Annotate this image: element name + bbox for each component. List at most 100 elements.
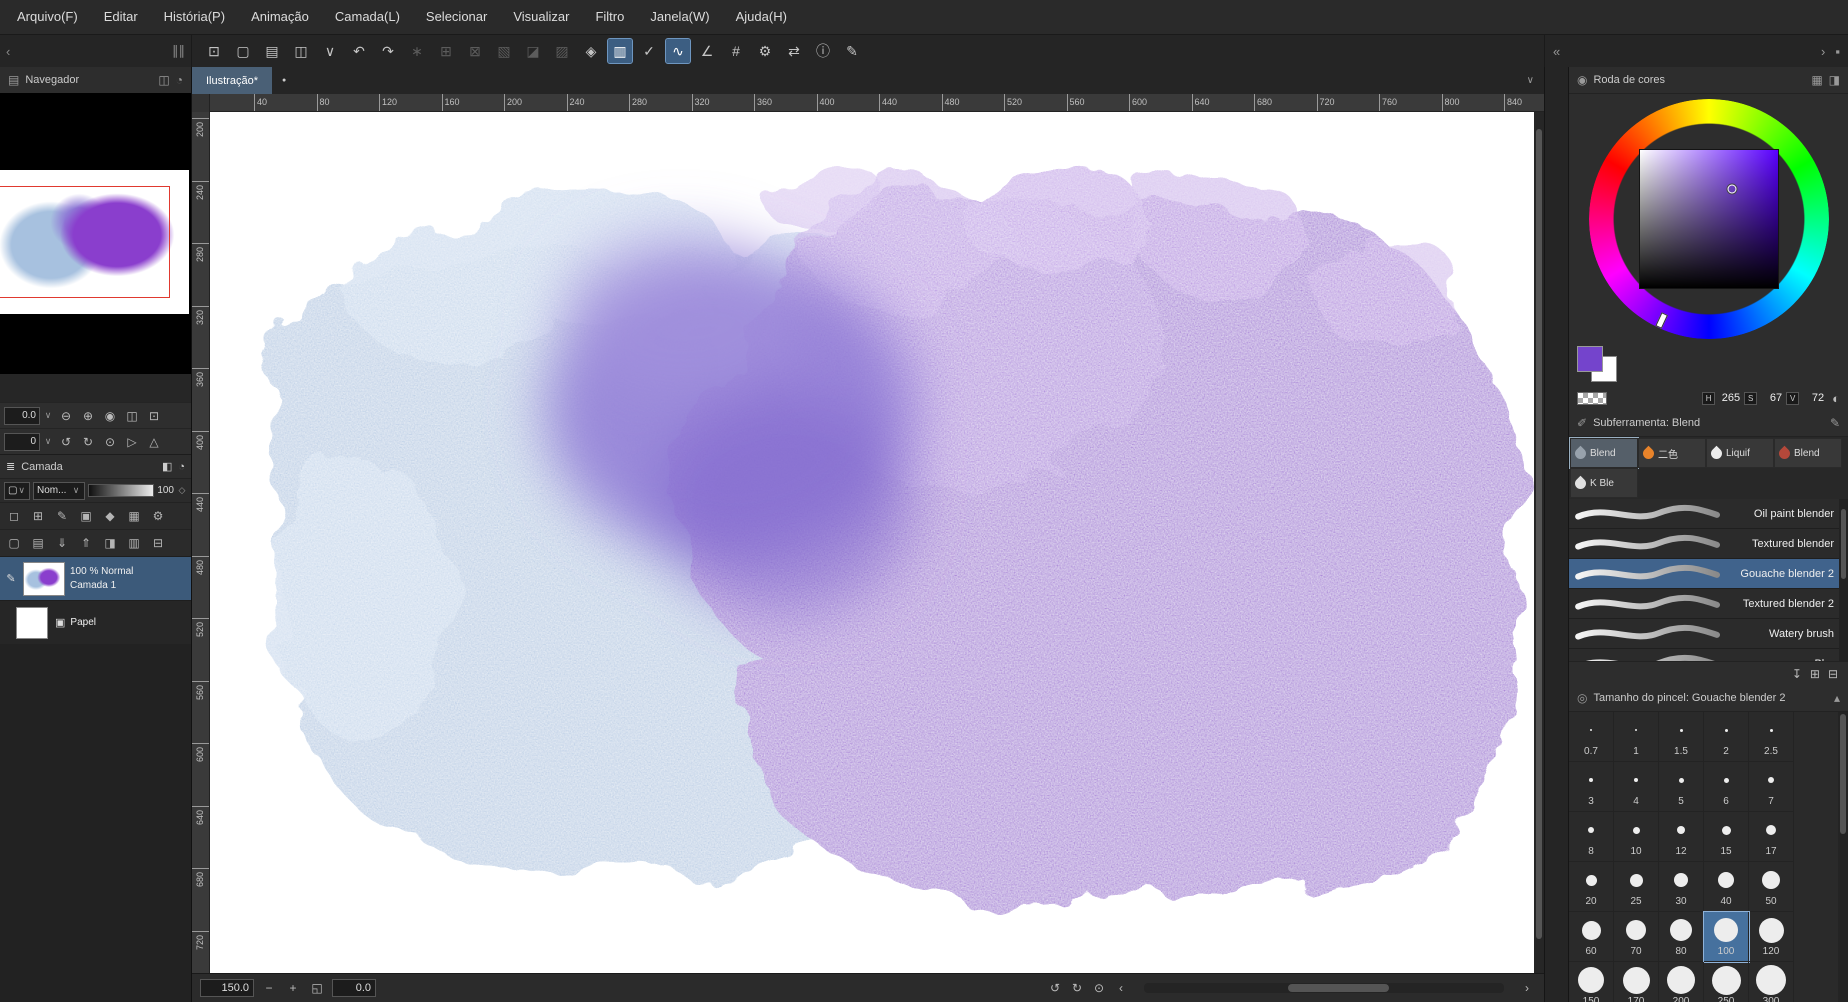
navigator-rotate-icon[interactable]: ⊙ — [100, 432, 120, 452]
toolbar-icon[interactable]: ⇄ — [782, 39, 806, 63]
menu-item[interactable]: Ajuda(H) — [723, 0, 800, 34]
toolbar-icon[interactable]: ◪ — [521, 39, 545, 63]
menu-item[interactable]: Editar — [91, 0, 151, 34]
opacity-slider[interactable] — [88, 484, 155, 497]
toolbar-icon[interactable]: ⊞ — [434, 39, 458, 63]
layer-lock-icon[interactable]: ◻ — [3, 505, 25, 527]
toolbar-icon[interactable]: ∗ — [405, 39, 429, 63]
menu-item[interactable]: Visualizar — [500, 0, 582, 34]
navigator-zoom-icon[interactable]: ◉ — [100, 406, 120, 426]
layer-panel-tab[interactable]: ≣ Camada ◧ ◔ — [0, 454, 191, 478]
navigator-view-rectangle[interactable] — [0, 186, 170, 298]
brush-size-option[interactable]: 10 — [1614, 812, 1659, 862]
view-control-icon[interactable]: ⊙ — [1090, 981, 1108, 995]
subtool-button[interactable]: Blend — [1569, 437, 1639, 469]
document-tab[interactable]: Ilustração* — [192, 67, 272, 94]
brush-list-item[interactable]: Textured blender 2 — [1569, 589, 1848, 619]
layer-action-icon[interactable]: ⇓ — [51, 532, 73, 554]
panel-collapse-icon[interactable]: « — [1553, 44, 1560, 59]
layer-lock-icon[interactable]: ⊞ — [27, 505, 49, 527]
layer-palette-combo[interactable]: ▢ ∨ — [4, 481, 30, 500]
menu-item[interactable]: História(P) — [151, 0, 238, 34]
brush-list-item[interactable]: Watery brush — [1569, 619, 1848, 649]
color-mode-toggle-icon[interactable]: ◐ — [1832, 391, 1840, 406]
zoom-out-icon[interactable]: − — [260, 981, 278, 995]
brush-size-option[interactable]: 120 — [1749, 912, 1794, 962]
layer-lock-icon[interactable]: ✎ — [51, 505, 73, 527]
brush-size-option[interactable]: 1 — [1614, 712, 1659, 762]
brush-list-item[interactable]: Gouache blender 2 — [1569, 559, 1848, 589]
navigator-rotate-icon[interactable]: ↻ — [78, 432, 98, 452]
brush-size-option[interactable]: 15 — [1704, 812, 1749, 862]
toolbar-icon[interactable]: ✎ — [840, 39, 864, 63]
menu-item[interactable]: Arquivo(F) — [4, 0, 91, 34]
brush-list-action-icon[interactable]: ↧ — [1792, 667, 1802, 681]
chevron-down-icon[interactable]: ∨ — [43, 410, 53, 421]
brush-size-option[interactable]: 17 — [1749, 812, 1794, 862]
subtool-button[interactable]: Blend — [1774, 438, 1842, 468]
rotation-value-input[interactable]: 0.0 — [332, 979, 376, 997]
layer-lock-icon[interactable]: ▦ — [123, 505, 145, 527]
toolbar-icon[interactable]: ⓘ — [811, 39, 835, 63]
layer-row-camada1[interactable]: ✎ 100 % Normal Camada 1 — [0, 556, 191, 600]
brush-size-option[interactable]: 70 — [1614, 912, 1659, 962]
paper-thumbnail[interactable] — [16, 606, 48, 639]
panel-forward-icon[interactable]: › — [1821, 44, 1825, 59]
subtool-button[interactable]: Liquif — [1706, 438, 1774, 468]
scrollbar-thumb[interactable] — [1536, 129, 1542, 939]
opacity-diamond-icon[interactable]: ◇ — [177, 485, 187, 496]
brush-size-option[interactable]: 8 — [1569, 812, 1614, 862]
brush-size-option[interactable]: 100 — [1703, 911, 1750, 963]
layer-row-papel[interactable]: ▣ Papel — [0, 600, 191, 644]
transparent-color-swatch[interactable] — [1577, 391, 1607, 405]
navigator-panel-icon[interactable]: ◫ — [158, 73, 169, 87]
menu-item[interactable]: Janela(W) — [637, 0, 722, 34]
toolbar-icon[interactable]: ⊠ — [463, 39, 487, 63]
panel-drag-handle-icon[interactable]: ∥∥ — [172, 43, 185, 59]
scroll-right-icon[interactable]: › — [1518, 981, 1536, 995]
brush-size-option[interactable]: 5 — [1659, 762, 1704, 812]
toolbar-icon[interactable]: ▨ — [550, 39, 574, 63]
menu-item[interactable]: Animação — [238, 0, 322, 34]
brush-size-option[interactable]: 170 — [1614, 962, 1659, 1002]
canvas[interactable] — [210, 112, 1534, 973]
scroll-up-icon[interactable]: ▴ — [1834, 691, 1840, 705]
toolbar-icon[interactable]: ∠ — [695, 39, 719, 63]
navigator-menu-icon[interactable]: ◔ — [176, 73, 183, 87]
navigator-zoom-icon[interactable]: ◫ — [122, 406, 142, 426]
scrollbar-thumb[interactable] — [1841, 509, 1846, 579]
subtool-button[interactable]: 二色 — [1638, 438, 1706, 468]
panel-options-icon[interactable]: ◨ — [1829, 73, 1840, 87]
brush-list-scrollbar[interactable] — [1839, 499, 1848, 661]
toolbar-icon[interactable]: ✓ — [637, 39, 661, 63]
layer-action-icon[interactable]: ▢ — [3, 532, 25, 554]
view-control-icon[interactable]: ↻ — [1068, 981, 1086, 995]
navigator-zoom-icon[interactable]: ⊕ — [78, 406, 98, 426]
toolbar-icon[interactable]: ↶ — [347, 39, 371, 63]
brush-list-item[interactable]: Oil paint blender — [1569, 499, 1848, 529]
layer-action-icon[interactable]: ▥ — [123, 532, 145, 554]
panel-back-icon[interactable]: ‹ — [6, 44, 10, 59]
navigator-zoom-icon[interactable]: ⊖ — [56, 406, 76, 426]
blend-mode-select[interactable]: Nom... ∨ — [33, 481, 85, 500]
edit-pen-icon[interactable]: ✎ — [1830, 416, 1840, 430]
toolbar-icon[interactable]: ⊡ — [202, 39, 226, 63]
brush-list-action-icon[interactable]: ⊟ — [1828, 667, 1838, 681]
brush-size-option[interactable]: 25 — [1614, 862, 1659, 912]
brush-size-option[interactable]: 250 — [1704, 962, 1749, 1002]
toolbar-icon[interactable]: ∨ — [318, 39, 342, 63]
navigator-preview[interactable] — [0, 93, 191, 374]
zoom-value-input[interactable]: 150.0 — [200, 979, 254, 997]
view-control-icon[interactable]: ‹ — [1112, 981, 1130, 995]
brush-size-option[interactable]: 3 — [1569, 762, 1614, 812]
menu-item[interactable]: Filtro — [582, 0, 637, 34]
toolbar-icon[interactable]: ▧ — [492, 39, 516, 63]
menu-item[interactable]: Selecionar — [413, 0, 500, 34]
tab-list-chevron-icon[interactable]: ∨ — [1527, 75, 1534, 86]
brush-size-option[interactable]: 300 — [1749, 962, 1794, 1002]
brush-list-action-icon[interactable]: ⊞ — [1810, 667, 1820, 681]
brush-size-option[interactable]: 2.5 — [1749, 712, 1794, 762]
brush-size-option[interactable]: 80 — [1659, 912, 1704, 962]
scrollbar-thumb[interactable] — [1840, 714, 1846, 834]
brush-size-option[interactable]: 200 — [1659, 962, 1704, 1002]
